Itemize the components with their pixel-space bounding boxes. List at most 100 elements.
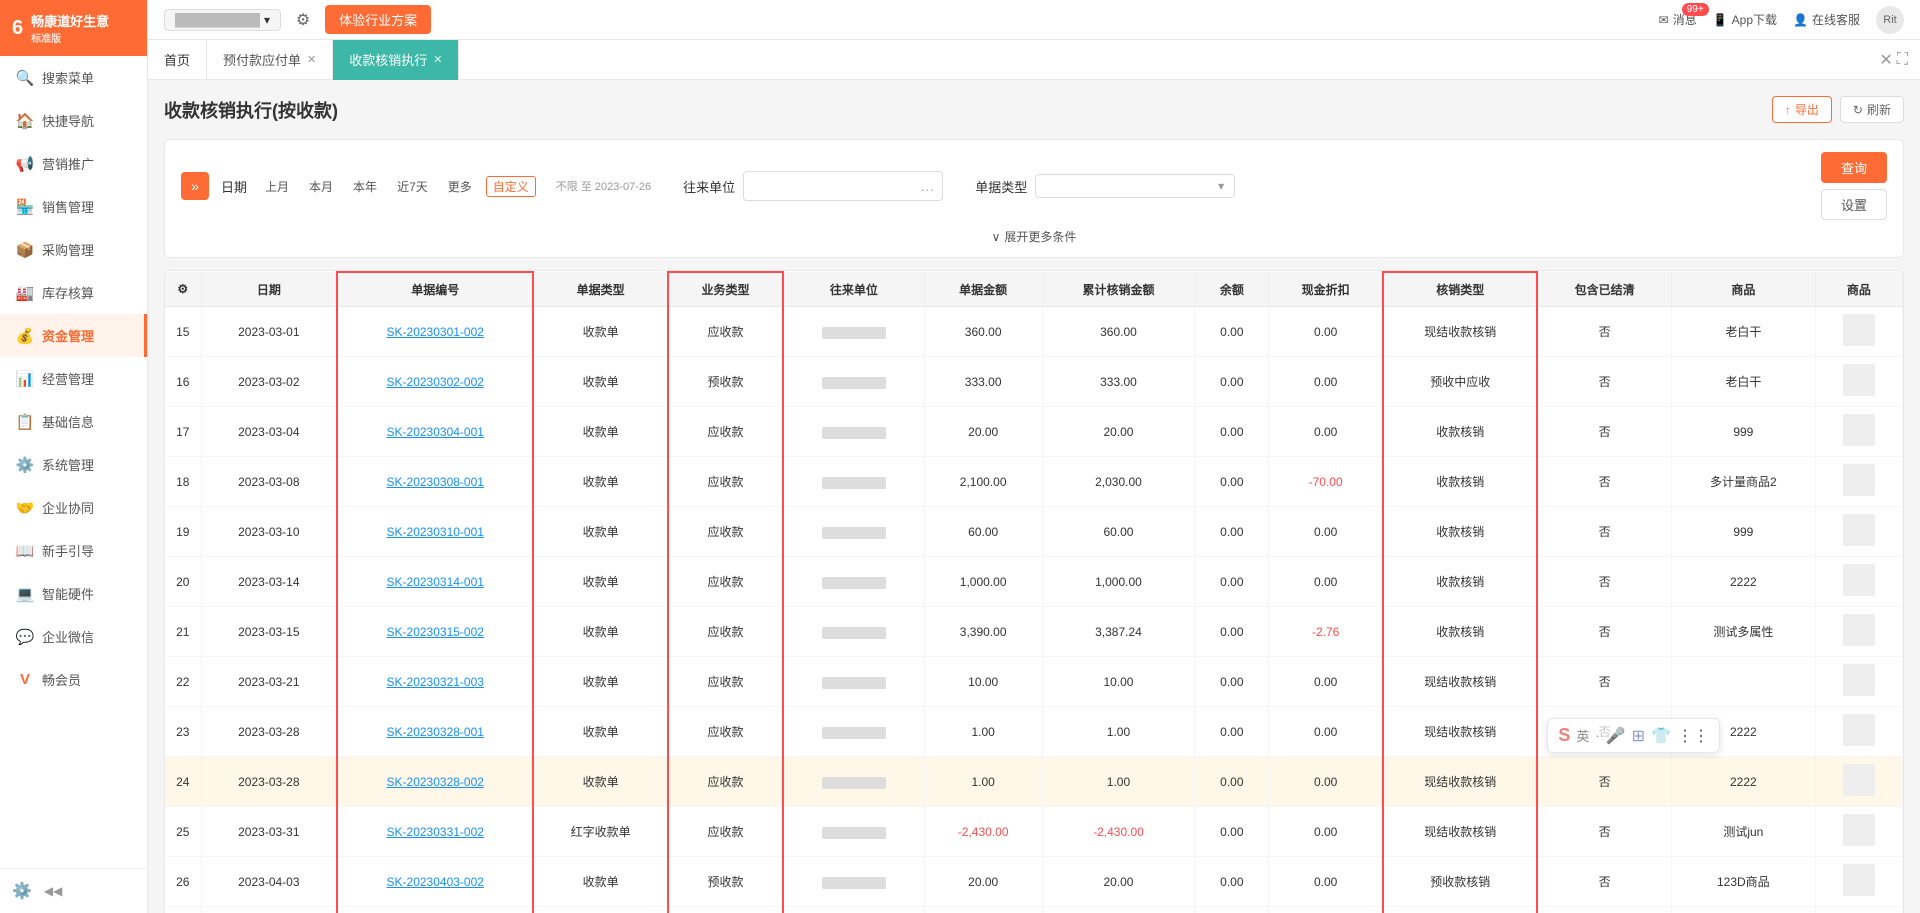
tab-payable[interactable]: 预付款应付单 ✕: [207, 40, 333, 80]
doc-no-link[interactable]: SK-20230321-003: [387, 675, 484, 689]
tab-home[interactable]: 首页: [148, 40, 207, 80]
filter-expand-button[interactable]: »: [181, 172, 209, 200]
cell-doc-no[interactable]: SK-20230301-002: [337, 307, 533, 357]
shortcut-last-month[interactable]: 上月: [259, 176, 295, 197]
doc-no-link[interactable]: SK-20230331-002: [387, 825, 484, 839]
company-name: ██████████: [175, 13, 260, 27]
cell-biz-type: 应收款: [668, 557, 783, 607]
doc-no-link[interactable]: SK-20230301-002: [387, 325, 484, 339]
query-button[interactable]: 查询: [1821, 152, 1887, 183]
sidebar-label-quicknav: 快捷导航: [42, 111, 94, 130]
cell-biz-type: 预收款: [668, 357, 783, 407]
cell-doc-no[interactable]: SK-20230321-003: [337, 657, 533, 707]
doc-no-link[interactable]: SK-20230328-002: [387, 775, 484, 789]
sidebar-item-quicknav[interactable]: 🏠 快捷导航: [0, 99, 147, 142]
cell-doc-no[interactable]: SK-20230403-002: [337, 857, 533, 907]
table-row[interactable]: 20 2023-03-14 SK-20230314-001 收款单 应收款 1,…: [165, 557, 1903, 607]
sidebar-item-wechat[interactable]: 💬 企业微信: [0, 615, 147, 658]
tab-expand-icon[interactable]: ⛶: [1897, 51, 1908, 69]
refresh-button[interactable]: ↻ 刷新: [1840, 96, 1904, 123]
shortcut-7days[interactable]: 近7天: [391, 176, 434, 197]
table-row[interactable]: 24 2023-03-28 SK-20230328-002 收款单 应收款 1.…: [165, 757, 1903, 807]
sidebar-item-operations[interactable]: 📊 经营管理: [0, 357, 147, 400]
sidebar-item-marketing[interactable]: 📢 营销推广: [0, 142, 147, 185]
sidebar-item-sales[interactable]: 🏪 销售管理: [0, 185, 147, 228]
service-button[interactable]: 👤 在线客服: [1793, 11, 1860, 28]
tab-close-all-icon[interactable]: ✕: [1879, 50, 1892, 70]
company-selector[interactable]: ██████████ ▾: [164, 9, 281, 31]
cell-goods: [1671, 657, 1815, 707]
sidebar-item-purchase[interactable]: 📦 采购管理: [0, 228, 147, 271]
doc-no-link[interactable]: SK-20230315-002: [387, 625, 484, 639]
cell-doc-no[interactable]: SK-20230331-002: [337, 807, 533, 857]
cell-cash-discount: 0.00: [1269, 907, 1383, 913]
gear-button[interactable]: ⚙: [289, 6, 317, 34]
cell-doc-no[interactable]: SK-20230304-001: [337, 407, 533, 457]
cell-balance: 0.00: [1195, 807, 1269, 857]
sidebar-item-hardware[interactable]: 💻 智能硬件: [0, 572, 147, 615]
sidebar-item-basic[interactable]: 📋 基础信息: [0, 400, 147, 443]
unit-dots-button[interactable]: …: [920, 178, 934, 194]
user-avatar[interactable]: Rit: [1876, 6, 1904, 34]
doc-no-link[interactable]: SK-20230308-001: [387, 475, 484, 489]
sidebar-item-search[interactable]: 🔍 搜索菜单: [0, 56, 147, 99]
export-button[interactable]: ↑ 导出: [1772, 96, 1832, 123]
export-label: 导出: [1795, 101, 1819, 118]
cell-doc-no[interactable]: SK-20230315-002: [337, 607, 533, 657]
cell-doc-no[interactable]: SK-20230308-001: [337, 457, 533, 507]
shortcut-this-month[interactable]: 本月: [303, 176, 339, 197]
cell-goods-img: [1815, 507, 1902, 557]
table-row[interactable]: 15 2023-03-01 SK-20230301-002 收款单 应收款 36…: [165, 307, 1903, 357]
table-row[interactable]: 25 2023-03-31 SK-20230331-002 红字收款单 应收款 …: [165, 807, 1903, 857]
table-row[interactable]: 22 2023-03-21 SK-20230321-003 收款单 应收款 10…: [165, 657, 1903, 707]
shortcut-this-year[interactable]: 本年: [347, 176, 383, 197]
shortcut-custom[interactable]: 自定义: [486, 176, 536, 197]
table-row[interactable]: 18 2023-03-08 SK-20230308-001 收款单 应收款 2,…: [165, 457, 1903, 507]
doc-no-link[interactable]: SK-20230403-002: [387, 875, 484, 889]
sidebar-item-guide[interactable]: 📖 新手引导: [0, 529, 147, 572]
table-scroll[interactable]: ⚙ 日期 单据编号 单据类型 业务类型 往来单位 单据金额 累计核销金额 余额 …: [165, 271, 1903, 913]
sidebar-collapse-icon[interactable]: ◀◀: [44, 884, 62, 898]
table-row[interactable]: 26 2023-04-03 SK-20230403-002 收款单 预收款 20…: [165, 857, 1903, 907]
table-row[interactable]: 27 2023-04-08 SK-20230408-001 收款单 应收款 10…: [165, 907, 1903, 913]
industry-button[interactable]: 体验行业方案: [325, 5, 431, 34]
table-row[interactable]: 16 2023-03-02 SK-20230302-002 收款单 预收款 33…: [165, 357, 1903, 407]
doc-no-link[interactable]: SK-20230304-001: [387, 425, 484, 439]
sidebar-item-member[interactable]: V 畅会员: [0, 658, 147, 701]
tab-collection[interactable]: 收款核销执行 ✕: [333, 40, 459, 80]
shortcut-more[interactable]: 更多: [442, 176, 478, 197]
cell-doc-no[interactable]: SK-20230310-001: [337, 507, 533, 557]
table-row[interactable]: 17 2023-03-04 SK-20230304-001 收款单 应收款 20…: [165, 407, 1903, 457]
sidebar-item-system[interactable]: ⚙️ 系统管理: [0, 443, 147, 486]
sidebar-item-corp[interactable]: 🤝 企业协同: [0, 486, 147, 529]
cell-doc-no[interactable]: SK-20230328-002: [337, 757, 533, 807]
cell-doc-no[interactable]: SK-20230302-002: [337, 357, 533, 407]
table-row[interactable]: 21 2023-03-15 SK-20230315-002 收款单 应收款 3,…: [165, 607, 1903, 657]
tab-collection-close[interactable]: ✕: [433, 53, 442, 66]
cell-cum-offset: 360.00: [1042, 307, 1195, 357]
tab-payable-close[interactable]: ✕: [307, 53, 316, 66]
doc-no-link[interactable]: SK-20230328-001: [387, 725, 484, 739]
voucher-type-select[interactable]: ▾: [1035, 174, 1235, 198]
sidebar-item-inventory[interactable]: 🏭 库存核算: [0, 271, 147, 314]
watermark-grid-icon: ⊞: [1632, 726, 1645, 746]
cell-offset-type: 现结收款核销: [1383, 307, 1537, 357]
sidebar-label-system: 系统管理: [42, 455, 94, 474]
table-row[interactable]: 19 2023-03-10 SK-20230310-001 收款单 应收款 60…: [165, 507, 1903, 557]
app-download-button[interactable]: 📱 App下载: [1713, 11, 1777, 28]
cell-date: 2023-04-03: [201, 857, 337, 907]
sidebar-item-finance[interactable]: 💰 资金管理: [0, 314, 147, 357]
cell-partner: [783, 557, 924, 607]
filter-settings-button[interactable]: 设置: [1821, 189, 1887, 220]
th-settings[interactable]: ⚙: [165, 272, 201, 307]
cell-doc-no[interactable]: SK-20230408-001: [337, 907, 533, 913]
cell-doc-no[interactable]: SK-20230314-001: [337, 557, 533, 607]
doc-no-link[interactable]: SK-20230302-002: [387, 375, 484, 389]
unit-input[interactable]: [752, 175, 920, 197]
bottom-settings-icon[interactable]: ⚙️: [12, 881, 32, 901]
doc-no-link[interactable]: SK-20230310-001: [387, 525, 484, 539]
expand-more-button[interactable]: ∨ 展开更多条件: [181, 228, 1887, 245]
message-button[interactable]: ✉ 消息 99+: [1659, 11, 1697, 28]
doc-no-link[interactable]: SK-20230314-001: [387, 575, 484, 589]
cell-doc-no[interactable]: SK-20230328-001: [337, 707, 533, 757]
